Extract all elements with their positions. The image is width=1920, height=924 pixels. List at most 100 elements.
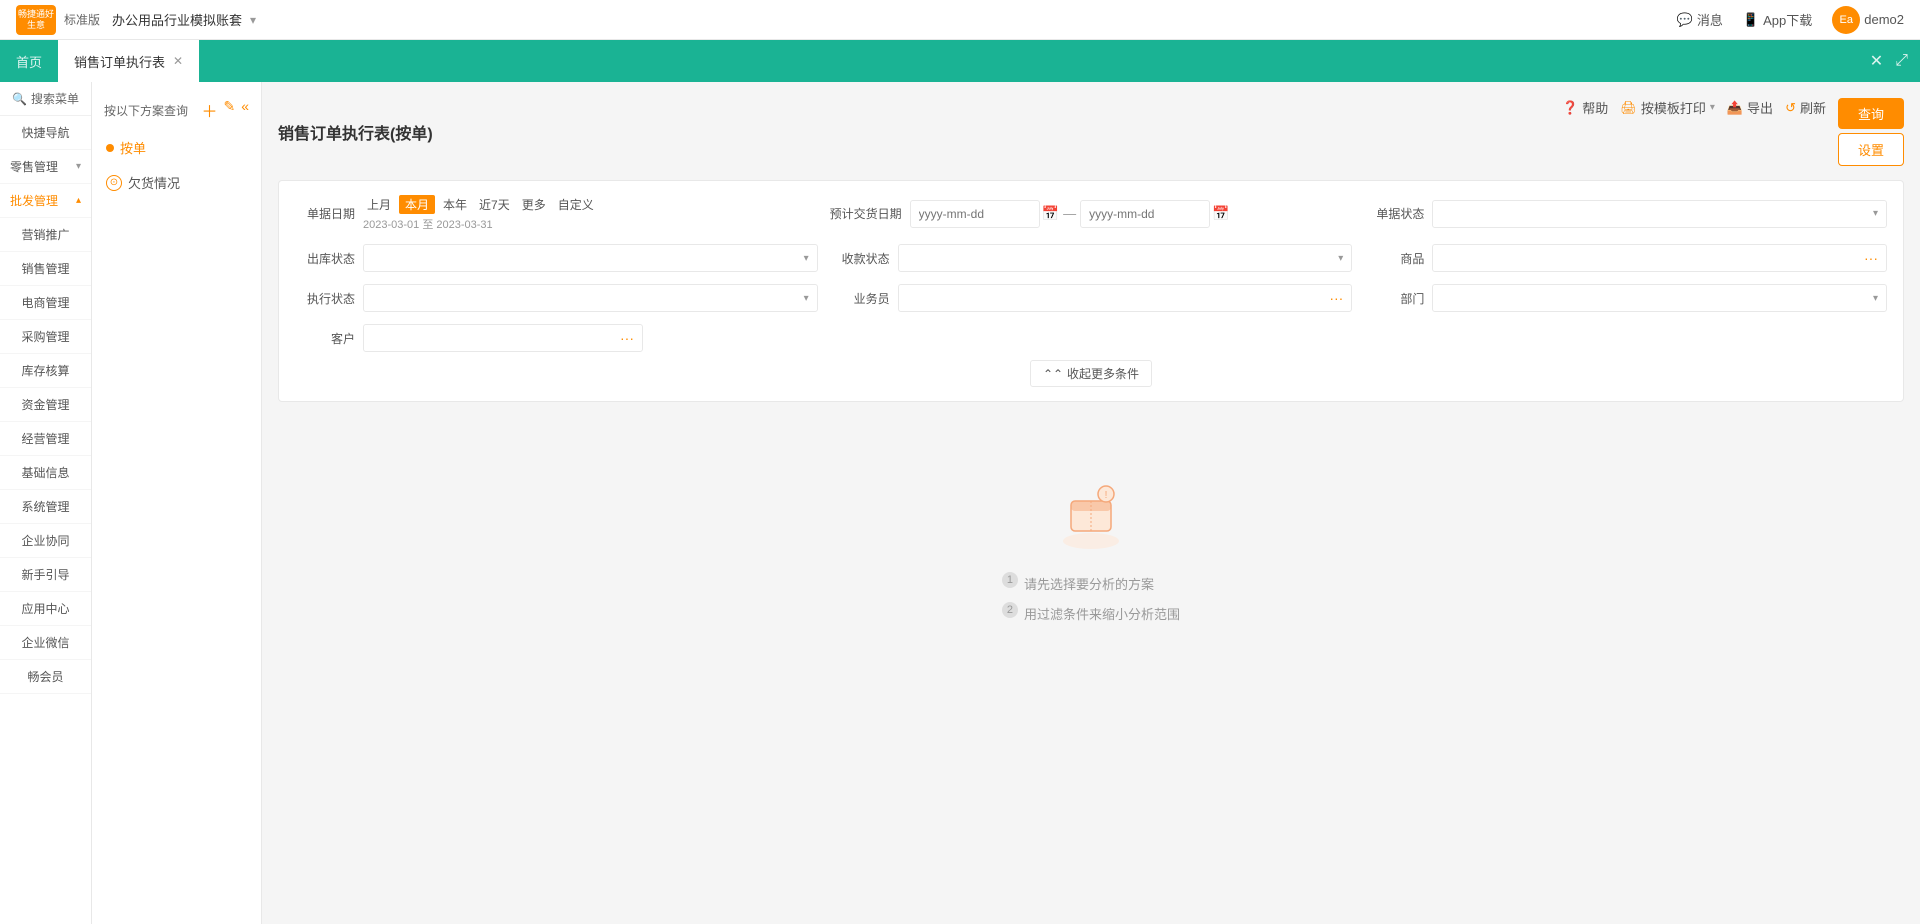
filter-row-2: 出库状态 ▾ 收款状态 ▾ — [295, 244, 1887, 272]
sidebar-item-marketing[interactable]: 营销推广 — [0, 218, 91, 252]
goods-dots-icon[interactable]: ··· — [1864, 250, 1878, 266]
left-panel-title: 按以下方案查询 — [104, 102, 188, 119]
page-header: 销售订单执行表(按单) ❓ 帮助 🖨 按模板打印 ▾ — [278, 98, 1904, 166]
tab-close-icon[interactable]: ✕ — [173, 54, 183, 68]
date-dash: — — [1063, 206, 1076, 221]
sub-nav-order[interactable]: 按单 — [92, 130, 261, 165]
step-1-num: 1 — [1002, 572, 1018, 588]
message-btn[interactable]: 💬 消息 — [1677, 10, 1723, 29]
date-tab-prev[interactable]: 上月 — [363, 195, 395, 214]
expand-window-icon[interactable]: ⤢ — [1895, 52, 1908, 70]
empty-text: 1 请先选择要分析的方案 2 用过滤条件来缩小分析范围 — [1002, 572, 1180, 632]
print-btn[interactable]: 🖨 按模板打印 ▾ — [1620, 98, 1715, 117]
collapse-panel-icon[interactable]: « — [241, 98, 249, 122]
receipt-label: 收款状态 — [830, 250, 890, 267]
customer-dots-icon[interactable]: ··· — [620, 330, 634, 346]
sidebar-item-basic[interactable]: 基础信息 — [0, 456, 91, 490]
date-tab-this[interactable]: 本月 — [399, 195, 435, 214]
customer-label: 客户 — [295, 330, 355, 347]
sidebar-item-purchase[interactable]: 采购管理 — [0, 320, 91, 354]
message-label: 消息 — [1697, 10, 1723, 29]
export-icon: 📤 — [1727, 100, 1743, 116]
expected-date-from[interactable] — [910, 200, 1040, 228]
outbound-chevron-icon: ▾ — [804, 253, 809, 264]
active-dot — [106, 144, 114, 152]
sidebar-item-wechat[interactable]: 企业微信 — [0, 626, 91, 660]
collapse-btn[interactable]: ⌃⌃ 收起更多条件 — [1030, 360, 1152, 387]
filter-salesperson-field: 业务员 ··· — [830, 284, 1353, 312]
member-label: 畅会员 — [27, 668, 63, 685]
refresh-btn[interactable]: ↺ 刷新 — [1785, 98, 1826, 117]
date-range-text: 2023-03-01 至 2023-03-31 — [363, 216, 598, 232]
enterprise-label: 企业协同 — [21, 532, 69, 549]
dept-select[interactable]: ▾ — [1432, 284, 1887, 312]
wechat-label: 企业微信 — [21, 634, 69, 651]
query-button[interactable]: 查询 — [1838, 98, 1904, 129]
filter-goods-field: 商品 ··· — [1364, 244, 1887, 272]
tab-home[interactable]: 首页 — [0, 40, 58, 82]
sidebar-item-sales[interactable]: 销售管理 — [0, 252, 91, 286]
sidebar-item-newbie[interactable]: 新手引导 — [0, 558, 91, 592]
dept-label: 部门 — [1364, 290, 1424, 307]
export-btn[interactable]: 📤 导出 — [1727, 98, 1773, 117]
logo-text: 畅捷通好生意 — [16, 9, 56, 31]
sidebar-item-system[interactable]: 系统管理 — [0, 490, 91, 524]
svg-text:!: ! — [1105, 490, 1108, 501]
status-label: 单据状态 — [1364, 205, 1424, 222]
download-icon: 📱 — [1743, 12, 1759, 28]
date-tab-7days[interactable]: 近7天 — [475, 195, 514, 214]
download-btn[interactable]: 📱 App下载 — [1743, 10, 1812, 29]
sub-nav-order-label: 按单 — [120, 138, 146, 157]
status-select[interactable]: ▾ — [1432, 200, 1887, 228]
close-window-icon[interactable]: ✕ — [1870, 51, 1883, 71]
date-tabs: 上月 本月 本年 近7天 更多 自定义 — [363, 195, 598, 214]
top-bar-left: 畅捷通好生意 标准版 办公用品行业模拟账套 ▾ — [16, 5, 256, 35]
edit-scheme-icon[interactable]: ✎ — [223, 98, 235, 122]
cal-from-icon[interactable]: 📅 — [1042, 205, 1059, 222]
filter-panel: 单据日期 上月 本月 本年 近7天 更多 自定义 20 — [278, 180, 1904, 402]
salesperson-dots-icon[interactable]: ··· — [1329, 290, 1343, 306]
sidebar-item-ecommerce[interactable]: 电商管理 — [0, 286, 91, 320]
help-label: 帮助 — [1582, 98, 1608, 117]
empty-step1-text: 请先选择要分析的方案 — [1024, 572, 1154, 598]
search-menu-btn[interactable]: 🔍 搜索菜单 — [0, 82, 91, 116]
goods-label: 商品 — [1364, 250, 1424, 267]
step-2-num: 2 — [1002, 602, 1018, 618]
receipt-select[interactable]: ▾ — [898, 244, 1353, 272]
exec-select[interactable]: ▾ — [363, 284, 818, 312]
content-area: 按以下方案查询 ＋ ✎ « 按单 ⊙ 欠货情况 — [92, 82, 1920, 924]
sub-nav-debt[interactable]: ⊙ 欠货情况 — [92, 165, 261, 200]
appstore-label: 应用中心 — [21, 600, 69, 617]
filter-row-3: 执行状态 ▾ 业务员 ··· — [295, 284, 1887, 312]
tab-sales-exec[interactable]: 销售订单执行表 ✕ — [58, 40, 199, 82]
wholesale-arrow: ▴ — [76, 195, 81, 206]
inventory-label: 库存核算 — [21, 362, 69, 379]
sidebar-item-appstore[interactable]: 应用中心 — [0, 592, 91, 626]
top-bar: 畅捷通好生意 标准版 办公用品行业模拟账套 ▾ 💬 消息 📱 App下载 Ea … — [0, 0, 1920, 40]
sidebar-item-inventory[interactable]: 库存核算 — [0, 354, 91, 388]
sidebar-item-wholesale[interactable]: 批发管理 ▴ — [0, 184, 91, 218]
print-icon: 🖨 — [1620, 100, 1637, 116]
sidebar-item-quicknav[interactable]: 快捷导航 — [0, 116, 91, 150]
date-tab-custom[interactable]: 自定义 — [554, 195, 598, 214]
salesperson-label: 业务员 — [830, 290, 890, 307]
date-tab-year[interactable]: 本年 — [439, 195, 471, 214]
sidebar-item-finance[interactable]: 资金管理 — [0, 388, 91, 422]
settings-button[interactable]: 设置 — [1838, 133, 1904, 166]
outbound-select[interactable]: ▾ — [363, 244, 818, 272]
filter-receipt-field: 收款状态 ▾ — [830, 244, 1353, 272]
app-name-arrow[interactable]: ▾ — [250, 13, 256, 27]
user-area[interactable]: Ea demo2 — [1832, 6, 1904, 34]
sidebar-item-operations[interactable]: 经营管理 — [0, 422, 91, 456]
add-scheme-icon[interactable]: ＋ — [201, 98, 217, 122]
date-tab-more[interactable]: 更多 — [518, 195, 550, 214]
sidebar-item-retail[interactable]: 零售管理 ▾ — [0, 150, 91, 184]
status-chevron-icon: ▾ — [1873, 208, 1878, 219]
sidebar-item-member[interactable]: 畅会员 — [0, 660, 91, 694]
expected-date-to[interactable] — [1080, 200, 1210, 228]
btn-area: 查询 设置 — [1838, 98, 1904, 166]
ecommerce-label: 电商管理 — [21, 294, 69, 311]
help-btn[interactable]: ❓ 帮助 — [1562, 98, 1608, 117]
cal-to-icon[interactable]: 📅 — [1212, 205, 1229, 222]
sidebar-item-enterprise[interactable]: 企业协同 — [0, 524, 91, 558]
